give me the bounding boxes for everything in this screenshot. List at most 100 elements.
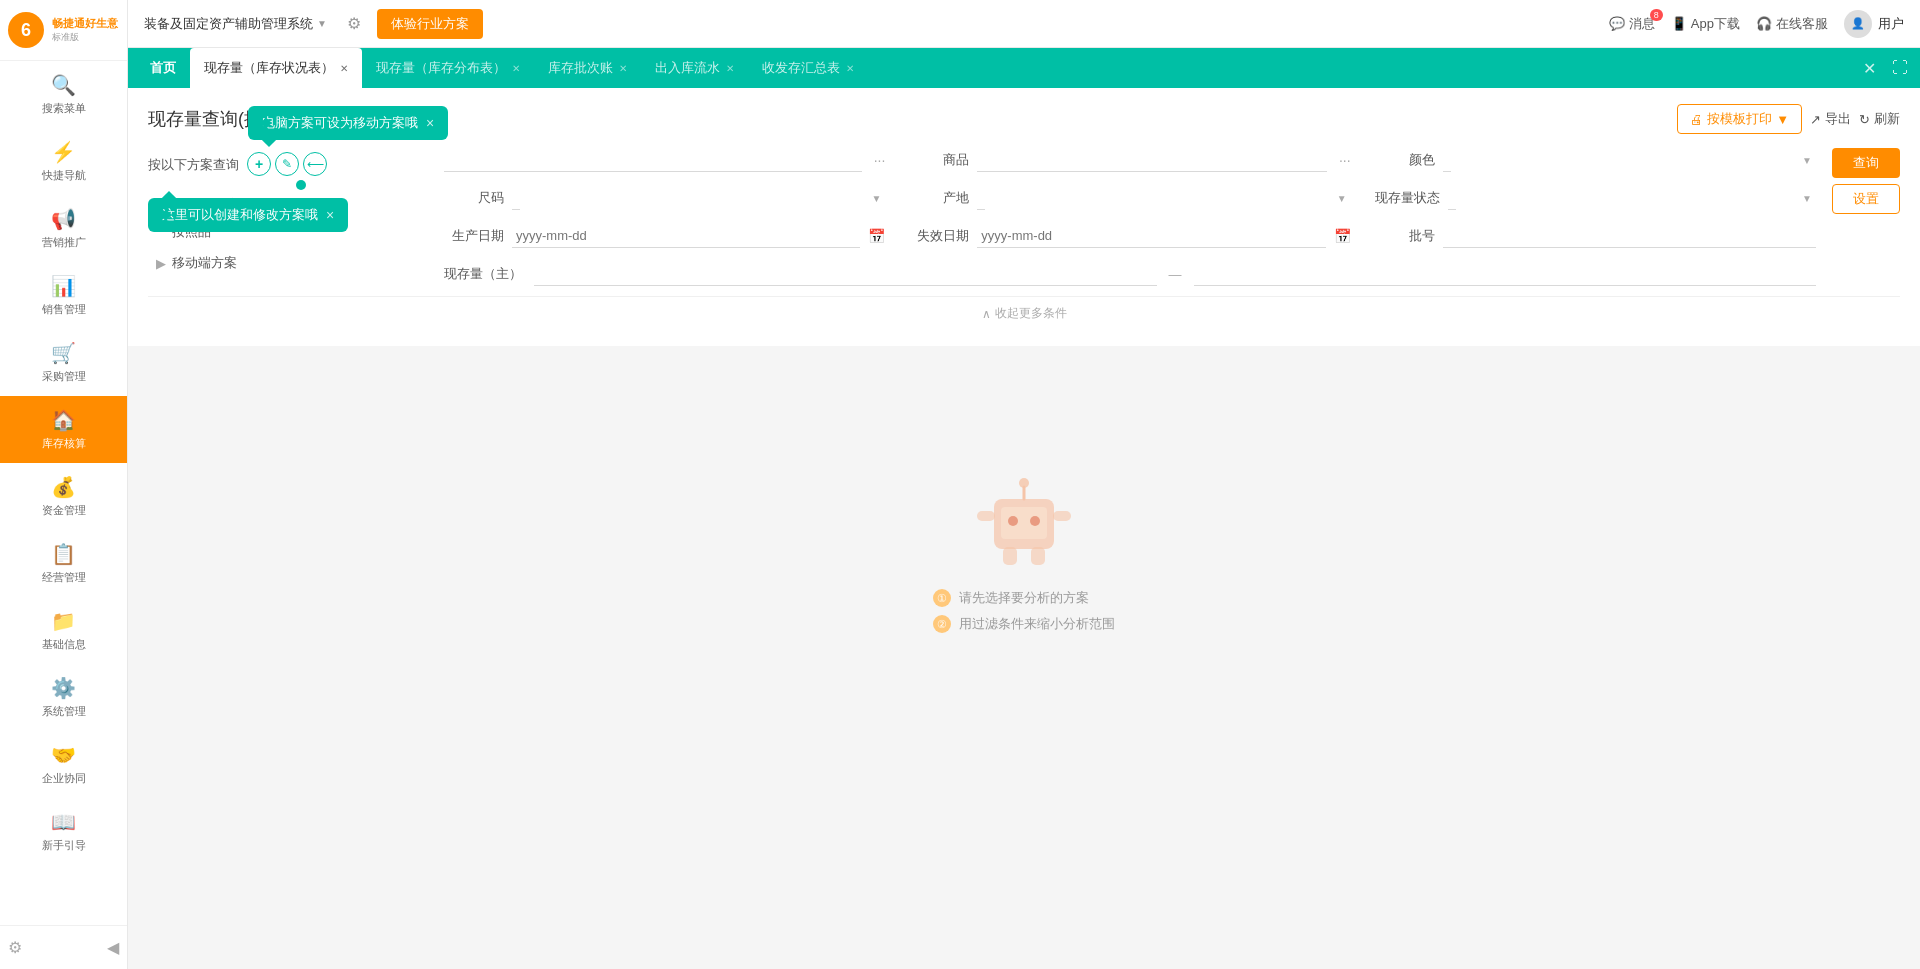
refresh-button[interactable]: ↻ 刷新 [1859,110,1900,128]
color-select[interactable] [1443,148,1451,172]
fullscreen-icon[interactable]: ⛶ [1888,55,1912,81]
sidebar-item-label: 销售管理 [42,302,86,317]
quicknav-icon: ⚡ [51,140,76,164]
sidebar-item-enterprise[interactable]: 🤝 企业协同 [0,731,127,798]
tab-batch-account[interactable]: 库存批次账 ✕ [534,48,641,88]
batch-no-field: 批号 [1375,224,1816,248]
sidebar-item-basicinfo[interactable]: 📁 基础信息 [0,597,127,664]
tab-close-icon[interactable]: ✕ [726,63,734,74]
sidebar-item-label: 营销推广 [42,235,86,250]
sidebar-item-label: 系统管理 [42,704,86,719]
logo-badge: 标准版 [52,31,118,44]
enterprise-icon: 🤝 [51,743,76,767]
svg-rect-9 [1031,547,1045,565]
prod-date-calendar-icon[interactable]: 📅 [868,228,885,244]
add-scheme-button[interactable]: + [247,152,271,176]
goods-dots-icon[interactable]: ··· [1339,152,1351,168]
logo-name: 畅捷通好生意 [52,16,118,30]
sidebar-item-marketing[interactable]: 📢 营销推广 [0,195,127,262]
system-selector[interactable]: 装备及固定资产辅助管理系统 ▼ [144,15,327,33]
message-button[interactable]: 💬 消息 8 [1609,15,1655,33]
inventory-status-field: 现存量状态 ▼ [1375,186,1816,210]
tab-home-label: 首页 [150,59,176,77]
inventory-amount-from-input[interactable] [534,262,1157,286]
sidebar-item-inventory[interactable]: 🏠 库存核算 [0,396,127,463]
settings-gear-icon[interactable]: ⚙ [347,14,361,33]
support-label: 在线客服 [1776,15,1828,33]
tab-collect-report-label: 收发存汇总表 [762,59,840,77]
tab-inventory-dist[interactable]: 现存量（库存分布表） ✕ [362,48,534,88]
batch-no-input[interactable] [1443,224,1816,248]
sidebar-item-purchase[interactable]: 🛒 采购管理 [0,329,127,396]
collapse-label: 收起更多条件 [995,305,1067,322]
message-badge: 8 [1650,9,1663,21]
size-dropdown-icon: ▼ [871,193,881,204]
inventory-status-select[interactable] [1448,186,1456,210]
tooltip-create-close[interactable]: × [326,207,334,223]
tab-close-icon[interactable]: ✕ [512,63,520,74]
tip-num-2: ② [933,615,951,633]
user-menu[interactable]: 👤 用户 [1844,10,1904,38]
search-button[interactable]: 查询 [1832,148,1900,178]
collapse-bar[interactable]: ∧ 收起更多条件 [148,296,1900,330]
filter-label: 按以下方案查询 [148,150,239,174]
tab-close-icon[interactable]: ✕ [340,63,348,74]
purchase-icon: 🛒 [51,341,76,365]
sidebar-item-operations[interactable]: 📋 经营管理 [0,530,127,597]
close-all-tabs-icon[interactable]: ✕ [1859,55,1880,82]
app-download-button[interactable]: 📱 App下载 [1671,15,1740,33]
export-button[interactable]: ↗ 导出 [1810,110,1851,128]
expire-date-calendar-icon[interactable]: 📅 [1334,228,1351,244]
header-actions: 🖨 按模板打印 ▼ ↗ 导出 ↻ 刷新 [1677,104,1900,134]
sidebar-item-quicknav[interactable]: ⚡ 快捷导航 [0,128,127,195]
sidebar-item-search[interactable]: 🔍 搜索菜单 [0,61,127,128]
size-field: 尺码 ▼ [444,186,885,210]
scheme-item-mobile[interactable]: ▶ 移动端方案 [148,250,428,276]
size-select[interactable] [512,186,520,210]
print-dropdown-icon: ▼ [1776,112,1789,127]
sidebar: 6 畅捷通好生意 标准版 🔍 搜索菜单 ⚡ 快捷导航 📢 营销推广 📊 销售管理 [0,0,128,969]
filter-actions: 查询 设置 [1832,148,1900,214]
svg-rect-8 [1003,547,1017,565]
template-print-button[interactable]: 🖨 按模板打印 ▼ [1677,104,1802,134]
online-support-button[interactable]: 🎧 在线客服 [1756,15,1828,33]
tooltip-create-scheme: 这里可以创建和修改方案哦 × [148,198,348,232]
tooltip-create-text: 这里可以创建和修改方案哦 [162,206,318,224]
tooltip-pc-text: 电脑方案可设为移动方案哦 [262,114,418,132]
sidebar-item-finance[interactable]: 💰 资金管理 [0,463,127,530]
sidebar-item-label: 资金管理 [42,503,86,518]
back-scheme-button[interactable]: ⟵ [303,152,327,176]
sidebar-item-system[interactable]: ⚙️ 系统管理 [0,664,127,731]
origin-field: 产地 ▼ [909,186,1350,210]
warehouse-input[interactable] [444,148,862,172]
tab-inventory-status[interactable]: 现存量（库存状况表） ✕ [190,48,362,88]
sidebar-item-newguide[interactable]: 📖 新手引导 [0,798,127,865]
warehouse-dots-icon[interactable]: ··· [874,152,886,168]
expire-date-input[interactable] [977,224,1325,248]
tab-collect-report[interactable]: 收发存汇总表 ✕ [748,48,868,88]
warehouse-field: ··· [444,148,885,172]
tooltip-pc-close[interactable]: × [426,115,434,131]
settings-icon[interactable]: ⚙ [8,938,22,957]
goods-field: 商品 ··· [909,148,1350,172]
tab-close-icon[interactable]: ✕ [619,63,627,74]
prod-date-input[interactable] [512,224,860,248]
svg-point-5 [1019,478,1029,488]
edit-scheme-button[interactable]: ✎ [275,152,299,176]
svg-rect-7 [1053,511,1071,521]
origin-select[interactable] [977,186,985,210]
tab-home[interactable]: 首页 [136,48,190,88]
inventory-amount-to-input[interactable] [1194,262,1817,286]
operations-icon: 📋 [51,542,76,566]
tab-inout-flow[interactable]: 出入库流水 ✕ [641,48,748,88]
goods-input[interactable] [977,148,1327,172]
collapse-sidebar-icon[interactable]: ◀ [107,938,119,957]
tab-inventory-status-label: 现存量（库存状况表） [204,59,334,77]
tabbar-right: ✕ ⛶ [1859,55,1912,82]
set-button[interactable]: 设置 [1832,184,1900,214]
sidebar-item-sales[interactable]: 📊 销售管理 [0,262,127,329]
trial-button[interactable]: 体验行业方案 [377,9,483,39]
tab-close-icon[interactable]: ✕ [846,63,854,74]
tab-batch-account-label: 库存批次账 [548,59,613,77]
sidebar-item-label: 采购管理 [42,369,86,384]
